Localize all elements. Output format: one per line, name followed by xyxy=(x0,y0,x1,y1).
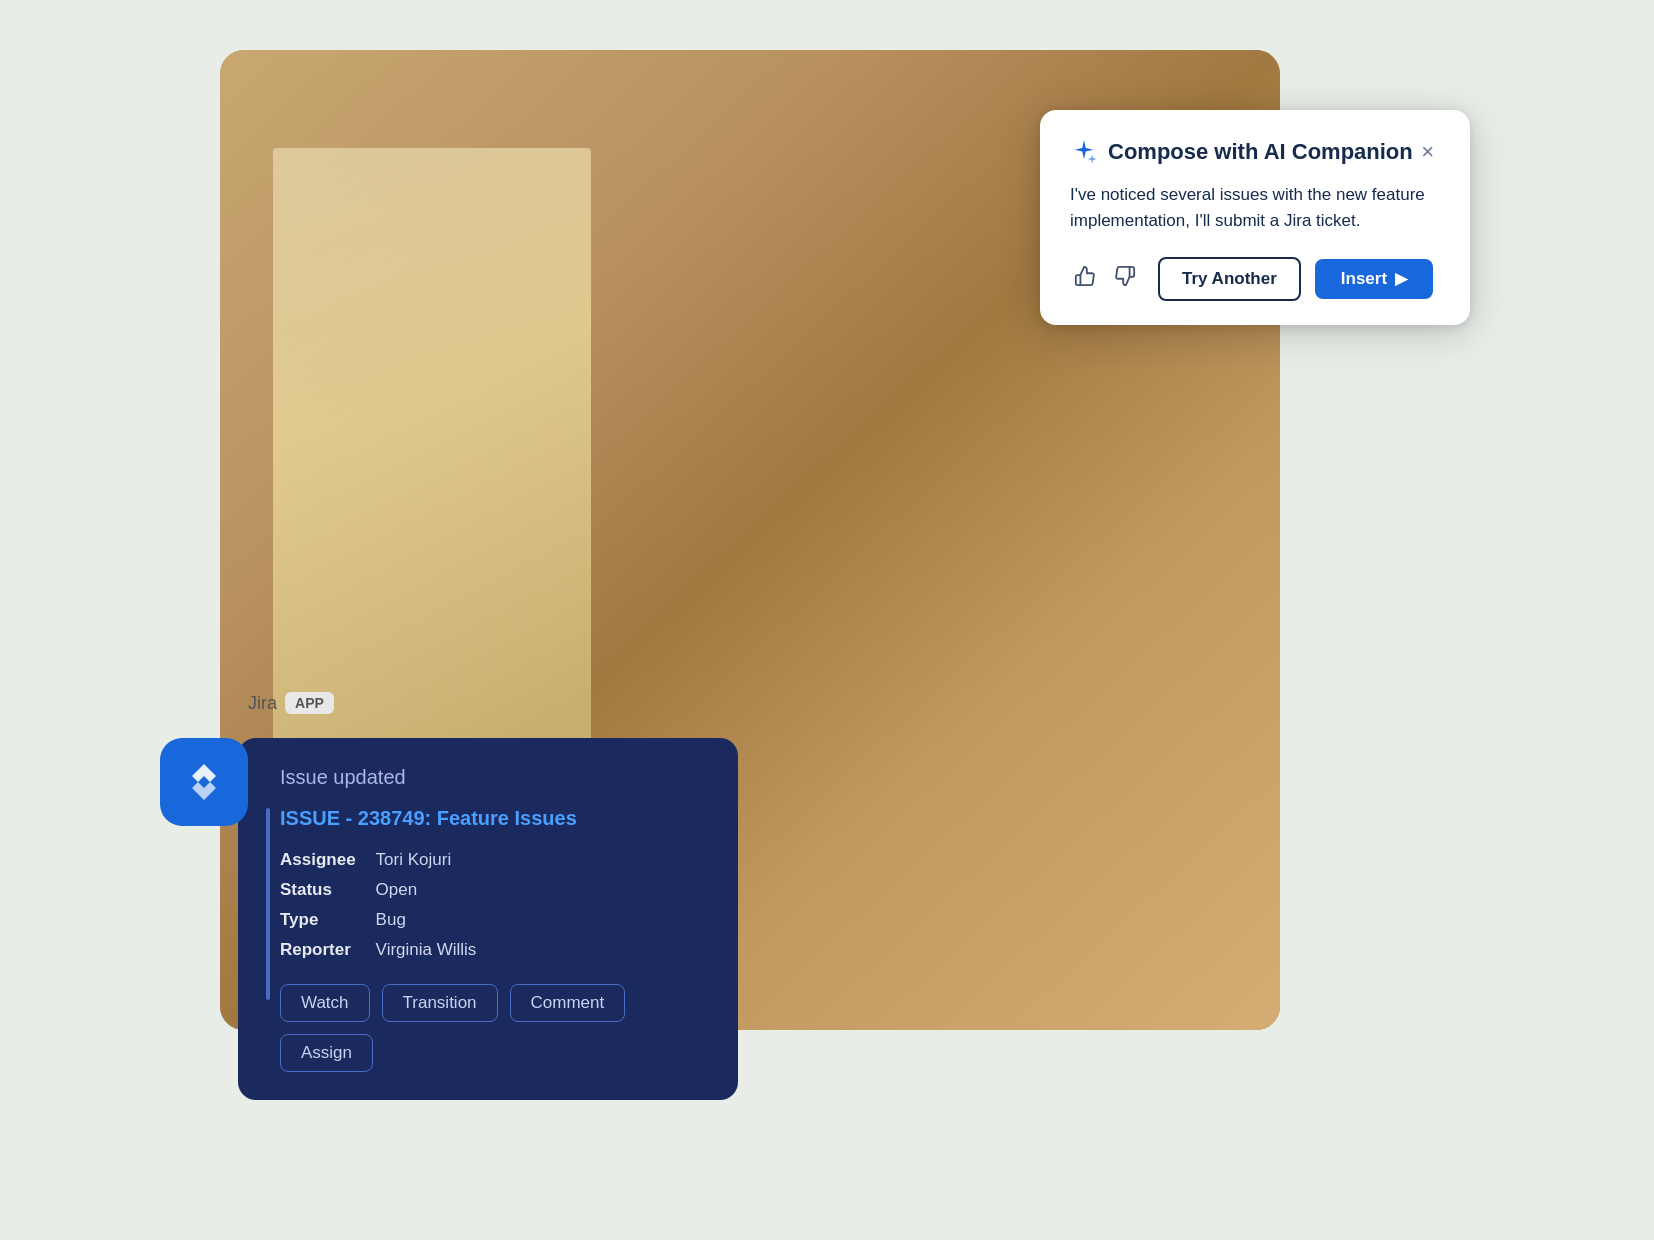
jira-assign-button[interactable]: Assign xyxy=(280,1034,373,1072)
thumbs-down-button[interactable] xyxy=(1110,261,1140,296)
ai-card-title-row: Compose with AI Companion xyxy=(1070,138,1413,166)
ai-companion-card: Compose with AI Companion × I've noticed… xyxy=(1040,110,1470,325)
ai-close-button[interactable]: × xyxy=(1415,139,1440,165)
jira-field-label-status: Status xyxy=(280,880,356,900)
ai-card-title: Compose with AI Companion xyxy=(1108,139,1413,165)
try-another-button[interactable]: Try Another xyxy=(1158,257,1301,301)
ai-card-header: Compose with AI Companion × xyxy=(1070,138,1440,166)
main-scene: Compose with AI Companion × I've noticed… xyxy=(160,50,1500,1150)
jira-notification-title: Issue updated xyxy=(280,766,706,789)
jira-field-value-assignee: Tori Kojuri xyxy=(376,850,706,870)
jira-field-label-type: Type xyxy=(280,910,356,930)
jira-app-badge: APP xyxy=(285,692,334,714)
ai-sparkle-icon xyxy=(1070,138,1098,166)
jira-transition-button[interactable]: Transition xyxy=(382,984,498,1022)
jira-field-label-assignee: Assignee xyxy=(280,850,356,870)
thumbs-up-button[interactable] xyxy=(1070,261,1100,296)
jira-app-label: Jira APP xyxy=(248,692,334,714)
jira-field-value-reporter: Virginia Willis xyxy=(376,940,706,960)
jira-app-name: Jira xyxy=(248,693,277,714)
insert-button[interactable]: Insert ▶ xyxy=(1315,259,1433,299)
jira-actions: Watch Transition Comment Assign xyxy=(280,984,706,1072)
insert-label: Insert xyxy=(1341,269,1387,289)
jira-field-value-type: Bug xyxy=(376,910,706,930)
jira-notification-card: Issue updated ISSUE - 238749: Feature Is… xyxy=(238,738,738,1100)
ai-card-body: I've noticed several issues with the new… xyxy=(1070,182,1440,235)
jira-field-label-reporter: Reporter xyxy=(280,940,356,960)
jira-left-bar xyxy=(266,808,270,1000)
jira-icon-circle xyxy=(160,738,248,826)
jira-comment-button[interactable]: Comment xyxy=(510,984,626,1022)
jira-issue-link[interactable]: ISSUE - 238749: Feature Issues xyxy=(280,807,706,830)
jira-field-value-status: Open xyxy=(376,880,706,900)
ai-card-actions: Try Another Insert ▶ xyxy=(1070,257,1440,301)
jira-notification-area: Jira APP Issue updated ISSUE - 238749: F… xyxy=(160,738,738,1100)
jira-watch-button[interactable]: Watch xyxy=(280,984,370,1022)
cursor-icon: ▶ xyxy=(1395,269,1407,288)
jira-logo-icon xyxy=(180,758,228,806)
ai-feedback-buttons xyxy=(1070,261,1140,296)
jira-fields: Assignee Tori Kojuri Status Open Type Bu… xyxy=(280,850,706,960)
